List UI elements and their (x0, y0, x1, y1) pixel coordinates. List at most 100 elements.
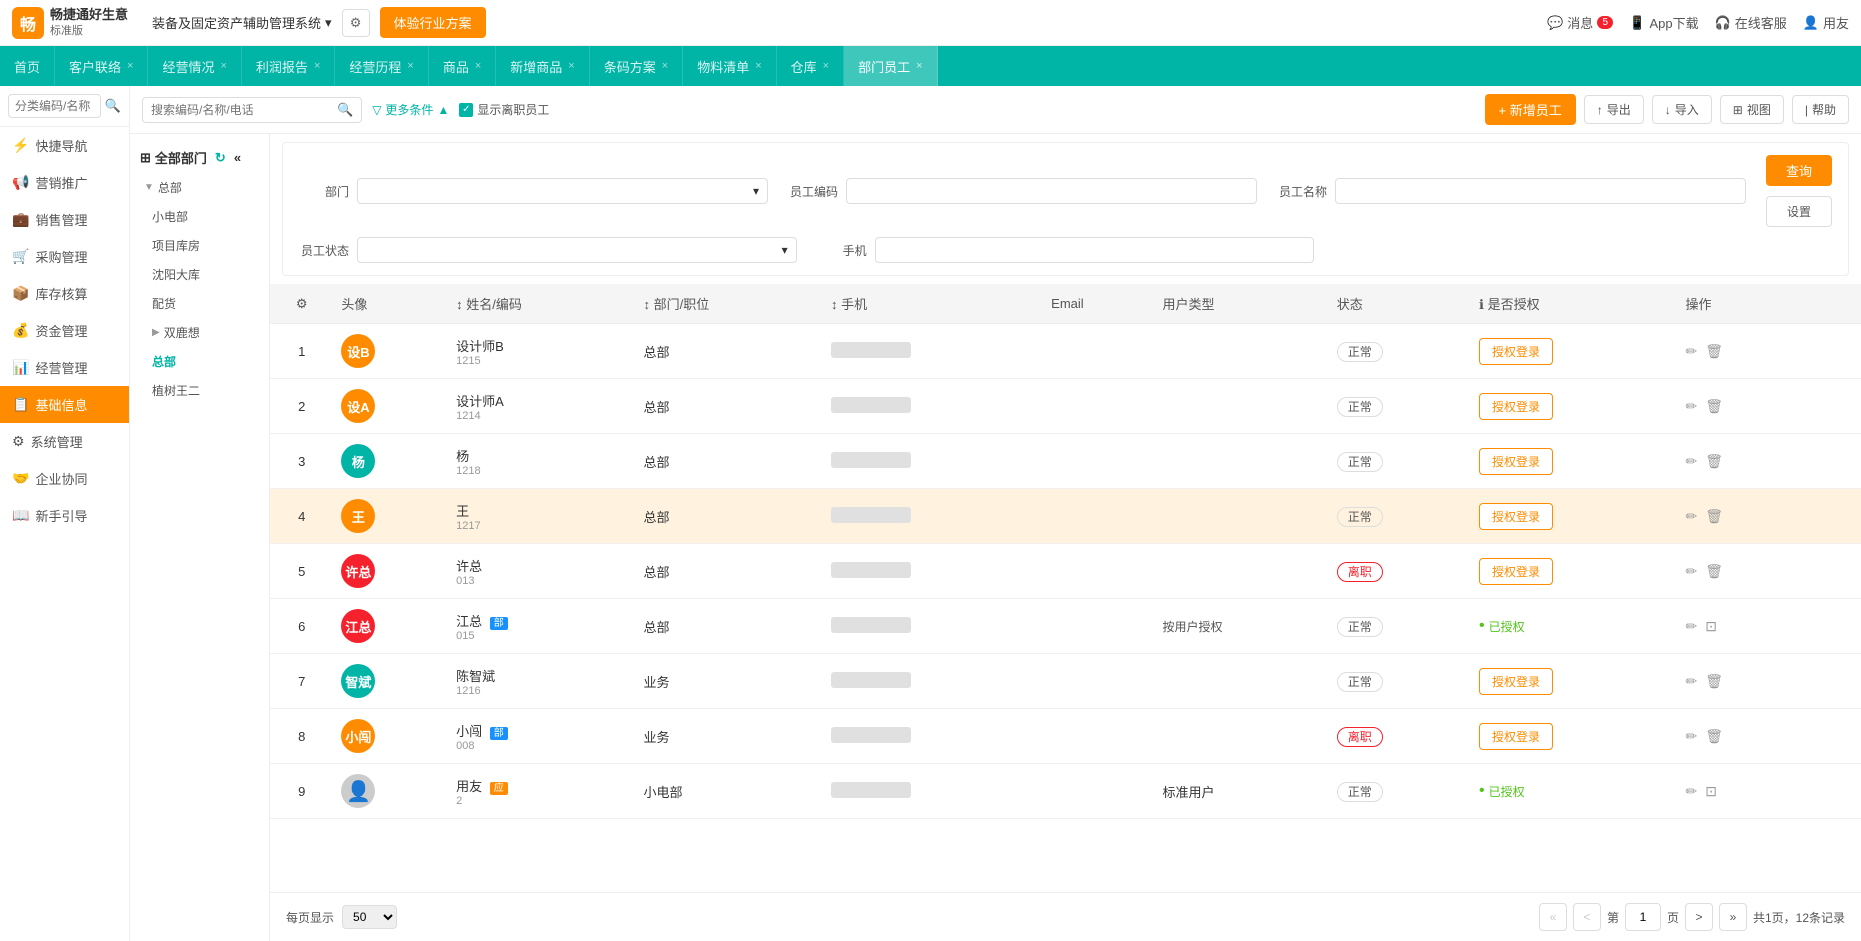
tab-process[interactable]: 经营历程 × (335, 46, 428, 86)
search-input[interactable] (151, 103, 331, 117)
phone-input[interactable] (875, 237, 1315, 263)
app-download-item[interactable]: 📱 App下载 (1629, 13, 1698, 32)
sidebar-item-inventory[interactable]: 📦 库存核算 (0, 275, 129, 312)
delete-icon[interactable]: 🗑 (1705, 398, 1723, 415)
sidebar-item-basic[interactable]: 📋 基础信息 (0, 386, 129, 423)
sidebar-item-quick-nav[interactable]: ⚡ 快捷导航 (0, 127, 129, 164)
user-item[interactable]: 👤 用友 (1803, 13, 1849, 32)
dept-tree-item-shuangluxiang[interactable]: ▶ 双鹿想 (130, 318, 269, 347)
dept-select[interactable]: ▾ (357, 178, 768, 204)
emp-code-input[interactable] (846, 178, 1257, 204)
col-phone[interactable]: ↕ 手机 (823, 284, 1043, 324)
tab-department[interactable]: 部门员工 × (844, 46, 937, 86)
edit-icon[interactable]: ✏ (1685, 673, 1697, 690)
more-conditions-btn[interactable]: ▽ 更多条件 ▲ (372, 101, 449, 118)
emp-name-input[interactable] (1335, 178, 1746, 204)
tab-bom[interactable]: 物料清单 × (683, 46, 776, 86)
help-button[interactable]: | 帮助 (1792, 95, 1849, 124)
tab-profit[interactable]: 利润报告 × (242, 46, 335, 86)
tab-customer[interactable]: 客户联络 × (55, 46, 148, 86)
last-page-btn[interactable]: » (1719, 903, 1747, 931)
dept-tree-item-xiaodibu[interactable]: 小电部 (130, 202, 269, 231)
delete-icon[interactable]: 🗑 (1705, 508, 1723, 525)
delete-icon[interactable]: 🗑 (1705, 673, 1723, 690)
tab-barcode[interactable]: 条码方案 × (590, 46, 683, 86)
first-page-btn[interactable]: « (1539, 903, 1567, 931)
auth-button[interactable]: 授权登录 (1479, 448, 1553, 475)
online-service-item[interactable]: 🎧 在线客服 (1715, 13, 1787, 32)
dept-tree-item-xiangmukufang[interactable]: 项目库房 (130, 231, 269, 260)
edit-icon[interactable]: ✏ (1685, 508, 1697, 525)
close-icon[interactable]: × (407, 60, 413, 72)
tab-operation[interactable]: 经营情况 × (148, 46, 241, 86)
edit-icon[interactable]: ✏ (1685, 618, 1697, 635)
view-button[interactable]: ⊞ 视图 (1720, 95, 1784, 124)
sidebar-item-purchase[interactable]: 🛒 采购管理 (0, 238, 129, 275)
delete-icon[interactable]: 🗑 (1705, 343, 1723, 360)
show-resigned-toggle[interactable]: ✓ 显示离职员工 (459, 101, 549, 118)
sidebar-item-marketing[interactable]: 📢 营销推广 (0, 164, 129, 201)
sidebar-item-operation[interactable]: 📊 经营管理 (0, 349, 129, 386)
close-icon[interactable]: × (662, 60, 668, 72)
close-icon[interactable]: × (823, 60, 829, 72)
tab-add-goods[interactable]: 新增商品 × (496, 46, 589, 86)
page-number-input[interactable] (1625, 903, 1661, 931)
import-button[interactable]: ↓ 导入 (1652, 95, 1712, 124)
edit-icon[interactable]: ✏ (1685, 783, 1697, 800)
close-icon[interactable]: × (220, 60, 226, 72)
delete-icon[interactable]: 🗑 (1705, 563, 1723, 580)
auth-button[interactable]: 授权登录 (1479, 723, 1553, 750)
dept-tree-item-zhishuwang[interactable]: 植树王二 (130, 376, 269, 405)
col-name[interactable]: ↕ 姓名/编码 (448, 284, 635, 324)
dept-tree-item-shenyang[interactable]: 沈阳大库 (130, 260, 269, 289)
edit-icon[interactable]: ✏ (1685, 728, 1697, 745)
edit-icon[interactable]: ✏ (1685, 343, 1697, 360)
sidebar-item-collab[interactable]: 🤝 企业协同 (0, 460, 129, 497)
set-button[interactable]: 设置 (1766, 196, 1832, 227)
system-name-dropdown[interactable]: 装备及固定资产辅助管理系统 ▾ (152, 13, 332, 32)
query-button[interactable]: 查询 (1766, 155, 1832, 186)
refresh-icon[interactable]: ↻ (215, 150, 226, 166)
close-icon[interactable]: × (475, 60, 481, 72)
close-icon[interactable]: × (916, 60, 922, 72)
page-size-select[interactable]: 50 20 100 (342, 905, 397, 929)
edit-icon[interactable]: ✏ (1685, 398, 1697, 415)
auth-button[interactable]: 授权登录 (1479, 393, 1553, 420)
tab-goods[interactable]: 商品 × (429, 46, 496, 86)
export-button[interactable]: ↑ 导出 (1584, 95, 1644, 124)
delete-icon[interactable]: 🗑 (1705, 453, 1723, 470)
dept-tree-item-zongbu[interactable]: ▼ 总部 (130, 173, 269, 202)
sidebar-search-input[interactable] (8, 94, 101, 118)
copy-icon[interactable]: ⊡ (1705, 618, 1717, 635)
tab-home[interactable]: 首页 (0, 46, 55, 86)
sidebar-item-system[interactable]: ⚙ 系统管理 (0, 423, 129, 460)
close-icon[interactable]: × (127, 60, 133, 72)
message-item[interactable]: 💬 消息 5 (1547, 13, 1613, 32)
auth-button[interactable]: 授权登录 (1479, 558, 1553, 585)
close-icon[interactable]: × (755, 60, 761, 72)
collapse-icon[interactable]: « (234, 150, 241, 165)
auth-button[interactable]: 授权登录 (1479, 503, 1553, 530)
gear-button[interactable]: ⚙ (342, 9, 370, 37)
delete-icon[interactable]: 🗑 (1705, 728, 1723, 745)
col-settings[interactable]: ⚙ (270, 284, 333, 324)
close-icon[interactable]: × (314, 60, 320, 72)
close-icon[interactable]: × (568, 60, 574, 72)
edit-icon[interactable]: ✏ (1685, 563, 1697, 580)
col-dept[interactable]: ↕ 部门/职位 (636, 284, 823, 324)
sidebar-item-finance[interactable]: 💰 资金管理 (0, 312, 129, 349)
auth-button[interactable]: 授权登录 (1479, 338, 1553, 365)
dept-tree-item-peihuo[interactable]: 配货 (130, 289, 269, 318)
sidebar-item-sales[interactable]: 💼 销售管理 (0, 201, 129, 238)
dept-tree-item-zongbu-sub[interactable]: 总部 (130, 347, 269, 376)
next-page-btn[interactable]: > (1685, 903, 1713, 931)
tab-warehouse[interactable]: 仓库 × (777, 46, 844, 86)
emp-status-select[interactable]: ▾ (357, 237, 797, 263)
prev-page-btn[interactable]: < (1573, 903, 1601, 931)
copy-icon[interactable]: ⊡ (1705, 783, 1717, 800)
trial-button[interactable]: 体验行业方案 (380, 7, 486, 38)
auth-button[interactable]: 授权登录 (1479, 668, 1553, 695)
sidebar-item-guide[interactable]: 📖 新手引导 (0, 497, 129, 534)
add-employee-button[interactable]: + 新增员工 (1485, 94, 1576, 125)
edit-icon[interactable]: ✏ (1685, 453, 1697, 470)
